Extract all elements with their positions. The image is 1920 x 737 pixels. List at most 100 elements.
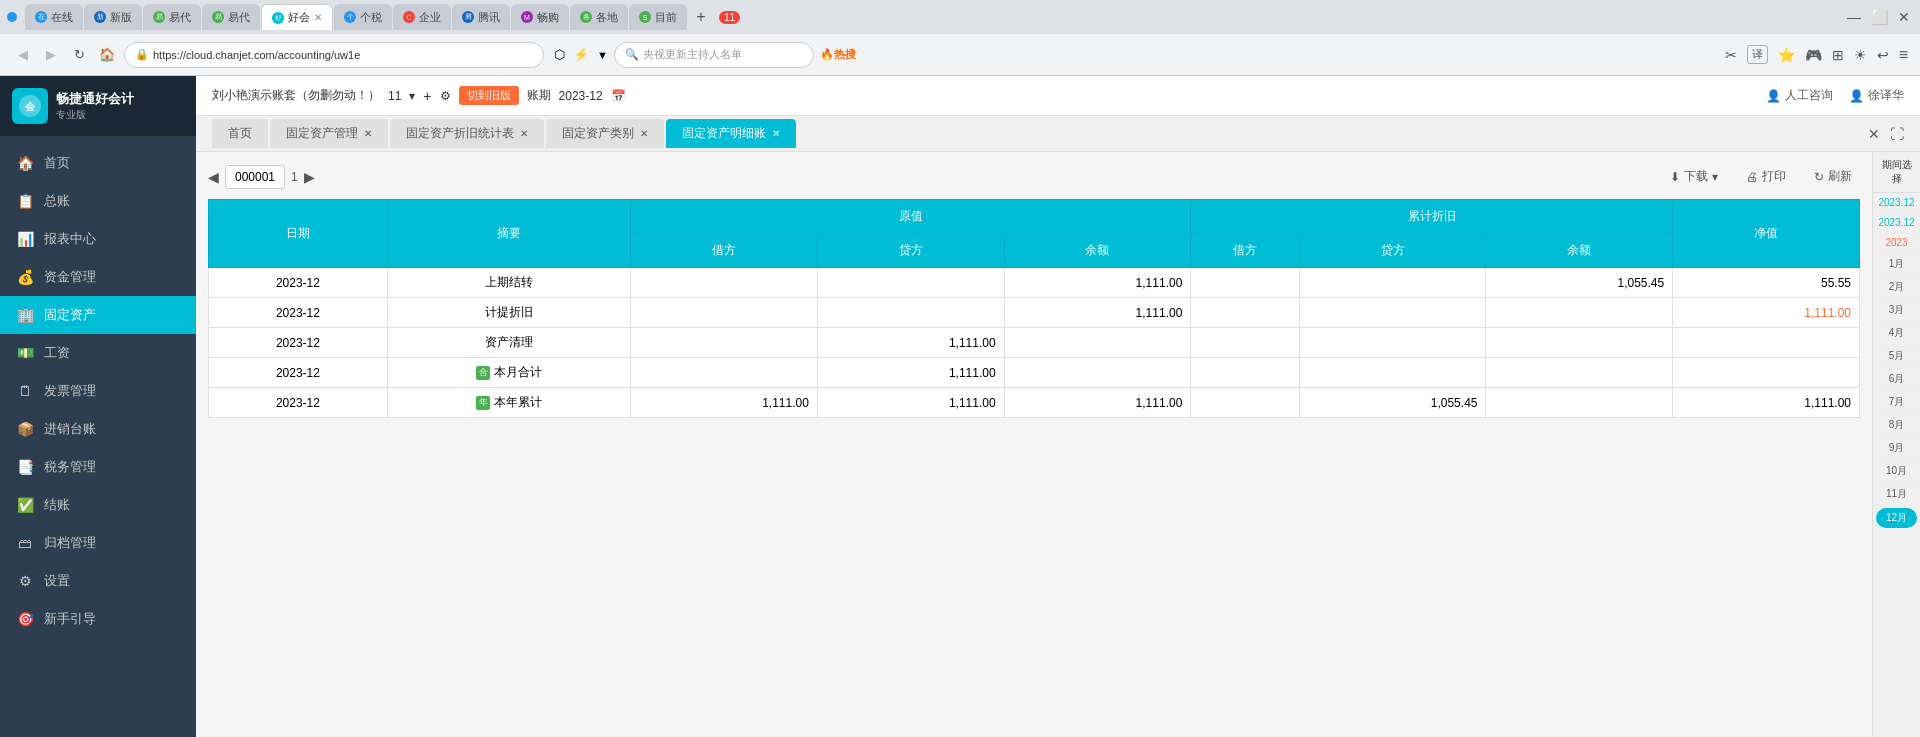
tab-add-button[interactable]: + bbox=[688, 4, 714, 30]
grid-icon[interactable]: ⊞ bbox=[1832, 47, 1844, 63]
hot-search-label[interactable]: 🔥热搜 bbox=[820, 47, 856, 62]
home-button[interactable]: 🏠 bbox=[96, 44, 118, 66]
tab-close-好会[interactable]: ✕ bbox=[314, 12, 322, 23]
scissors-icon[interactable]: ✂ bbox=[1725, 47, 1737, 63]
address-input[interactable]: 🔒 https://cloud.chanjet.com/accounting/u… bbox=[124, 42, 544, 68]
tab-易代1[interactable]: 易 易代 bbox=[143, 4, 201, 30]
tab-目前[interactable]: S 目前 bbox=[629, 4, 687, 30]
tab-企业[interactable]: C 企业 bbox=[393, 4, 451, 30]
period-month-6[interactable]: 6月 bbox=[1873, 368, 1920, 391]
menu-icon[interactable]: ≡ bbox=[1899, 46, 1908, 64]
back-button[interactable]: ◀ bbox=[12, 44, 34, 66]
period-label: 账期 bbox=[527, 87, 551, 104]
sidebar-item-archive[interactable]: 🗃 归档管理 bbox=[0, 524, 196, 562]
col-accum-balance: 余额 bbox=[1486, 234, 1673, 268]
sidebar-item-tax[interactable]: 📑 税务管理 bbox=[0, 448, 196, 486]
minimize-btn[interactable]: — bbox=[1842, 5, 1866, 29]
period-month-1[interactable]: 1月 bbox=[1873, 253, 1920, 276]
tab-在线[interactable]: 在 在线 bbox=[25, 4, 83, 30]
tab-fixed-mgmt[interactable]: 固定资产管理 ✕ bbox=[270, 119, 388, 148]
tab-各地[interactable]: 各 各地 bbox=[570, 4, 628, 30]
period-year-selected2[interactable]: 2023.12 bbox=[1873, 213, 1920, 233]
next-page-button[interactable]: ▶ bbox=[304, 169, 315, 185]
period-month-3[interactable]: 3月 bbox=[1873, 299, 1920, 322]
maximize-btn[interactable]: ⬜ bbox=[1867, 5, 1891, 29]
ext-icon-1[interactable]: ⬡ bbox=[554, 47, 565, 62]
user-button[interactable]: 👤 徐译华 bbox=[1849, 87, 1904, 104]
settings-small-icon[interactable]: ⚙ bbox=[440, 89, 451, 103]
tab-home-page[interactable]: 首页 bbox=[212, 119, 268, 148]
ext-icon-2[interactable]: ⚡ bbox=[573, 47, 589, 62]
sun-icon[interactable]: ☀ bbox=[1854, 47, 1867, 63]
close-browser-btn[interactable]: ✕ bbox=[1892, 5, 1916, 29]
service-button[interactable]: 👤 人工咨询 bbox=[1766, 87, 1833, 104]
svg-text:会: 会 bbox=[24, 101, 36, 112]
reload-button[interactable]: ↻ bbox=[68, 44, 90, 66]
tab-asset-detail-close[interactable]: ✕ bbox=[772, 128, 780, 139]
tab-新版[interactable]: 新 新版 bbox=[84, 4, 142, 30]
col-net-value: 净值 bbox=[1673, 200, 1860, 268]
sidebar-item-inventory[interactable]: 📦 进销台账 bbox=[0, 410, 196, 448]
sidebar-item-reports[interactable]: 📊 报表中心 bbox=[0, 220, 196, 258]
top-bar: 刘小艳演示账套（勿删勿动！） 11 ▾ + ⚙ 切到旧版 账期 2023-12 … bbox=[196, 76, 1920, 116]
sidebar-item-invoice[interactable]: 🗒 发票管理 bbox=[0, 372, 196, 410]
calendar-icon[interactable]: 📅 bbox=[611, 89, 626, 103]
notification-badge[interactable]: 11 bbox=[719, 11, 740, 24]
sidebar-item-ledger[interactable]: 📋 总账 bbox=[0, 182, 196, 220]
period-month-5[interactable]: 5月 bbox=[1873, 345, 1920, 368]
refresh-button[interactable]: ↻ 刷新 bbox=[1806, 164, 1860, 189]
cell-accum-debit-1 bbox=[1191, 298, 1299, 328]
tab-个税[interactable]: 个 个税 bbox=[334, 4, 392, 30]
star-icon[interactable]: ⭐ bbox=[1778, 47, 1795, 63]
download-button[interactable]: ⬇ 下载 ▾ bbox=[1662, 164, 1726, 189]
tab-asset-category-label: 固定资产类别 bbox=[562, 125, 634, 142]
version-switch-button[interactable]: 切到旧版 bbox=[459, 86, 519, 105]
period-month-7[interactable]: 7月 bbox=[1873, 391, 1920, 414]
gamepad-icon[interactable]: 🎮 bbox=[1805, 47, 1822, 63]
translate-icon[interactable]: 译 bbox=[1747, 45, 1768, 64]
tab-腾讯[interactable]: 腾 腾讯 bbox=[452, 4, 510, 30]
tab-bar: 在 在线 新 新版 易 易代 易 易代 好 好会 ✕ 个 个税 C 企业 腾 bbox=[0, 0, 1920, 34]
tab-asset-category-close[interactable]: ✕ bbox=[640, 128, 648, 139]
period-month-8[interactable]: 8月 bbox=[1873, 414, 1920, 437]
undo-icon[interactable]: ↩ bbox=[1877, 47, 1889, 63]
download-dropdown-icon[interactable]: ▾ bbox=[1712, 170, 1718, 184]
period-month-10[interactable]: 10月 bbox=[1873, 460, 1920, 483]
sidebar-item-payroll[interactable]: 💵 工资 bbox=[0, 334, 196, 372]
tab-depreciation-stats-close[interactable]: ✕ bbox=[520, 128, 528, 139]
expand-icon[interactable]: ⛶ bbox=[1890, 126, 1904, 142]
search-box[interactable]: 🔍 央视更新主持人名单 bbox=[614, 42, 814, 68]
dropdown-icon[interactable]: ▼ bbox=[597, 49, 608, 61]
tab-asset-detail[interactable]: 固定资产明细账 ✕ bbox=[666, 119, 796, 148]
tab-易代2[interactable]: 易 易代 bbox=[202, 4, 260, 30]
forward-button[interactable]: ▶ bbox=[40, 44, 62, 66]
close-all-icon[interactable]: ✕ bbox=[1868, 126, 1880, 142]
sidebar-item-guide[interactable]: 🎯 新手引导 bbox=[0, 600, 196, 638]
sidebar-label-settlement: 结账 bbox=[44, 496, 70, 514]
print-button[interactable]: 🖨 打印 bbox=[1738, 164, 1794, 189]
tab-好会-active[interactable]: 好 好会 ✕ bbox=[261, 4, 333, 30]
period-year-2023[interactable]: 2023 bbox=[1873, 233, 1920, 253]
sidebar-item-fixed-assets[interactable]: 🏢 固定资产 bbox=[0, 296, 196, 334]
sidebar-item-funds[interactable]: 💰 资金管理 bbox=[0, 258, 196, 296]
sidebar-item-home[interactable]: 🏠 首页 bbox=[0, 144, 196, 182]
browser-back-icon[interactable] bbox=[4, 9, 20, 25]
page-input[interactable] bbox=[225, 165, 285, 189]
tab-fixed-mgmt-close[interactable]: ✕ bbox=[364, 128, 372, 139]
sidebar-item-settings[interactable]: ⚙ 设置 bbox=[0, 562, 196, 600]
add-account-icon[interactable]: + bbox=[423, 88, 431, 104]
prev-page-button[interactable]: ◀ bbox=[208, 169, 219, 185]
period-month-4[interactable]: 4月 bbox=[1873, 322, 1920, 345]
period-month-12-active[interactable]: 12月 bbox=[1876, 508, 1917, 528]
tab-label-易代1: 易代 bbox=[169, 10, 191, 25]
period-panel: 期间选择 2023.12 2023.12 2023 1月 2月 3月 4月 5月… bbox=[1872, 152, 1920, 737]
period-month-9[interactable]: 9月 bbox=[1873, 437, 1920, 460]
sidebar-item-settlement[interactable]: ✅ 结账 bbox=[0, 486, 196, 524]
dropdown-arrow-icon[interactable]: ▾ bbox=[409, 89, 415, 103]
period-month-11[interactable]: 11月 bbox=[1873, 483, 1920, 506]
tab-asset-category[interactable]: 固定资产类别 ✕ bbox=[546, 119, 664, 148]
period-year-selected[interactable]: 2023.12 bbox=[1873, 193, 1920, 213]
period-month-2[interactable]: 2月 bbox=[1873, 276, 1920, 299]
tab-depreciation-stats[interactable]: 固定资产折旧统计表 ✕ bbox=[390, 119, 544, 148]
tab-畅购[interactable]: M 畅购 bbox=[511, 4, 569, 30]
